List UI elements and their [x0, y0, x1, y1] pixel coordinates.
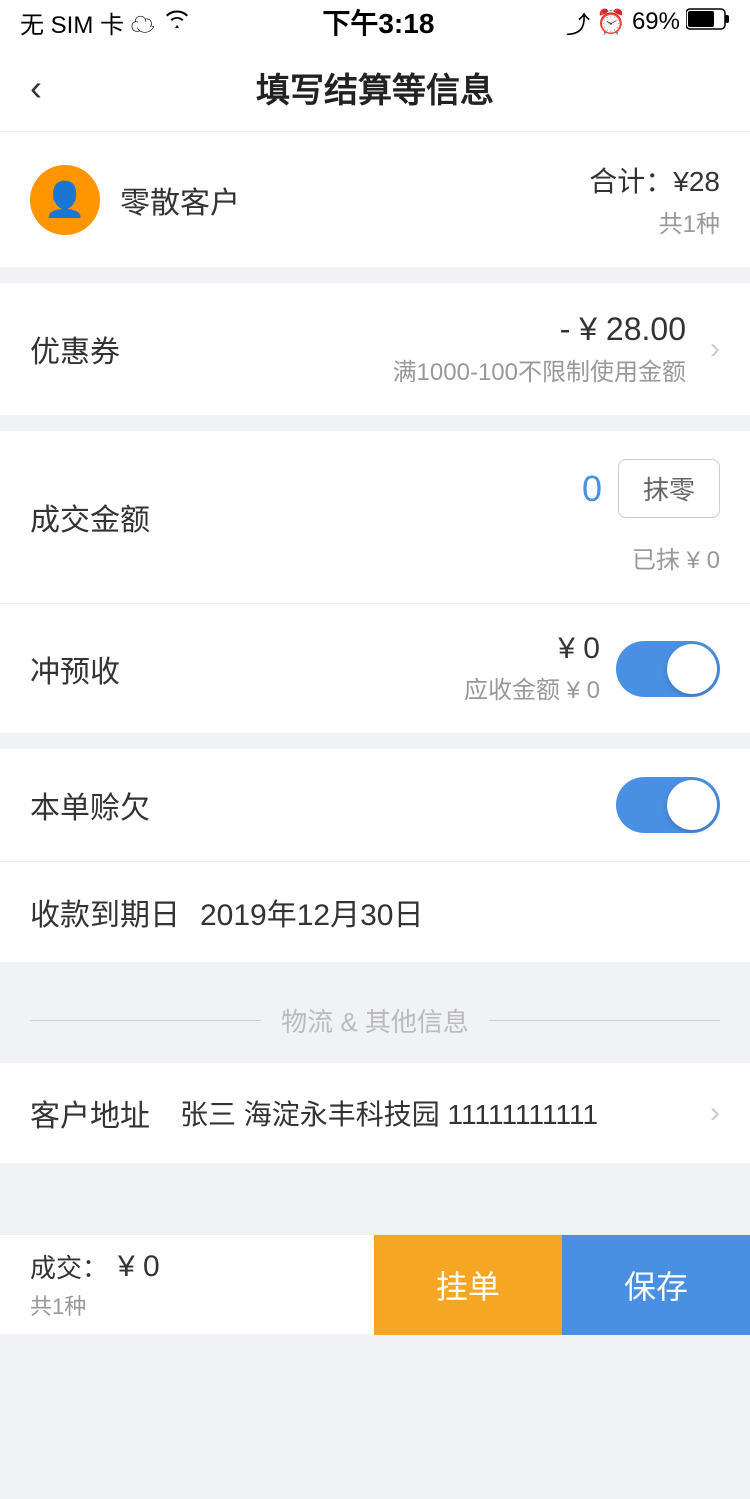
back-button[interactable]: ‹ [30, 67, 42, 109]
deal-amount-input[interactable] [522, 468, 602, 510]
credit-row: 本单赊欠 [0, 749, 750, 862]
battery-icon [686, 8, 730, 37]
prepay-label: 冲预收 [30, 647, 120, 691]
prepay-amount: ¥ 0 [464, 632, 600, 666]
chevron-icon: › [710, 332, 720, 366]
alarm-icon: ⏰ [596, 8, 626, 37]
coupon-value: - ¥ 28.00 [393, 311, 686, 348]
nav-bar: ‹ 填写结算等信息 [0, 44, 750, 132]
hang-button-label: 挂单 [436, 1262, 500, 1308]
customer-name: 零散客户 [120, 178, 240, 222]
address-label: 客户地址 [30, 1091, 150, 1135]
save-button-label: 保存 [624, 1262, 688, 1308]
bottom-deal-label: 成交： [30, 1248, 108, 1285]
save-button[interactable]: 保存 [562, 1235, 750, 1335]
due-date-row: 收款到期日 2019年12月30日 [0, 862, 750, 962]
logistics-text: 物流 & 其他信息 [281, 1002, 469, 1039]
coupon-desc: 满1000-100不限制使用金额 [393, 352, 686, 387]
status-bar-left: 无 SIM 卡 ☁ [20, 5, 191, 40]
logistics-line-right [489, 1020, 720, 1021]
prepay-right: ¥ 0 应收金额 ¥ 0 [464, 632, 720, 705]
deal-prepay-section: 成交金额 抹零 已抹 ¥ 0 冲预收 ¥ 0 应收金额 ¥ 0 [0, 431, 750, 733]
page-title: 填写结算等信息 [256, 63, 494, 112]
coupon-section: 优惠券 - ¥ 28.00 满1000-100不限制使用金额 › [0, 283, 750, 415]
status-bar-right: ⤴ ⏰ 69% [566, 5, 730, 40]
credit-toggle-knob [667, 780, 717, 830]
address-value: 张三 海淀永丰科技园 11111111111 [180, 1093, 702, 1133]
address-chevron-icon: › [710, 1096, 720, 1130]
avatar-icon: 👤 [44, 180, 86, 220]
status-bar-time: 下午3:18 [322, 2, 434, 42]
credit-toggle[interactable] [616, 777, 720, 833]
prepay-toggle-knob [667, 644, 717, 694]
customer-row: 👤 零散客户 合计：¥28 共1种 [0, 132, 750, 267]
total-amount: 合计：¥28 [589, 160, 720, 200]
due-date-label: 收款到期日 [30, 890, 180, 934]
coupon-right: - ¥ 28.00 满1000-100不限制使用金额 › [393, 311, 720, 387]
bottom-deal: 成交： ¥ 0 [30, 1248, 344, 1285]
logistics-divider: 物流 & 其他信息 [0, 978, 750, 1063]
prepay-toggle[interactable] [616, 641, 720, 697]
deal-amount-label: 成交金额 [30, 495, 150, 539]
status-bar: 无 SIM 卡 ☁ 下午3:18 ⤴ ⏰ 69% [0, 0, 750, 44]
credit-label: 本单赊欠 [30, 783, 150, 827]
address-row[interactable]: 客户地址 张三 海淀永丰科技园 11111111111 › [0, 1063, 750, 1163]
bottom-count: 共1种 [30, 1289, 344, 1321]
due-date-value: 2019年12月30日 [200, 890, 423, 934]
logistics-line-left [30, 1020, 261, 1021]
location-icon: ⤴ [566, 5, 590, 40]
bottom-deal-amount: ¥ 0 [118, 1250, 160, 1284]
coupon-row[interactable]: 优惠券 - ¥ 28.00 满1000-100不限制使用金额 › [0, 283, 750, 415]
bottom-summary: 成交： ¥ 0 共1种 [0, 1248, 374, 1321]
credit-right [616, 777, 720, 833]
battery-label: 69% [632, 8, 680, 36]
hang-button[interactable]: 挂单 [374, 1235, 562, 1335]
customer-left: 👤 零散客户 [30, 165, 240, 235]
coupon-label: 优惠券 [30, 327, 120, 371]
avatar: 👤 [30, 165, 100, 235]
customer-right: 合计：¥28 共1种 [589, 160, 720, 239]
already-zeroed-label: 已抹 ¥ 0 [632, 540, 720, 575]
deal-amount-right: 抹零 已抹 ¥ 0 [522, 459, 720, 575]
bottom-bar: 成交： ¥ 0 共1种 挂单 保存 [0, 1234, 750, 1334]
prepay-row: 冲预收 ¥ 0 应收金额 ¥ 0 [0, 604, 750, 733]
total-count: 共1种 [589, 204, 720, 239]
wifi-icon [163, 8, 191, 36]
round-zero-button[interactable]: 抹零 [618, 459, 720, 518]
deal-amount-row: 成交金额 抹零 已抹 ¥ 0 [0, 431, 750, 604]
credit-section: 本单赊欠 收款到期日 2019年12月30日 [0, 749, 750, 962]
sim-label: 无 SIM 卡 ☁ [20, 5, 155, 40]
prepay-receivable: 应收金额 ¥ 0 [464, 670, 600, 705]
